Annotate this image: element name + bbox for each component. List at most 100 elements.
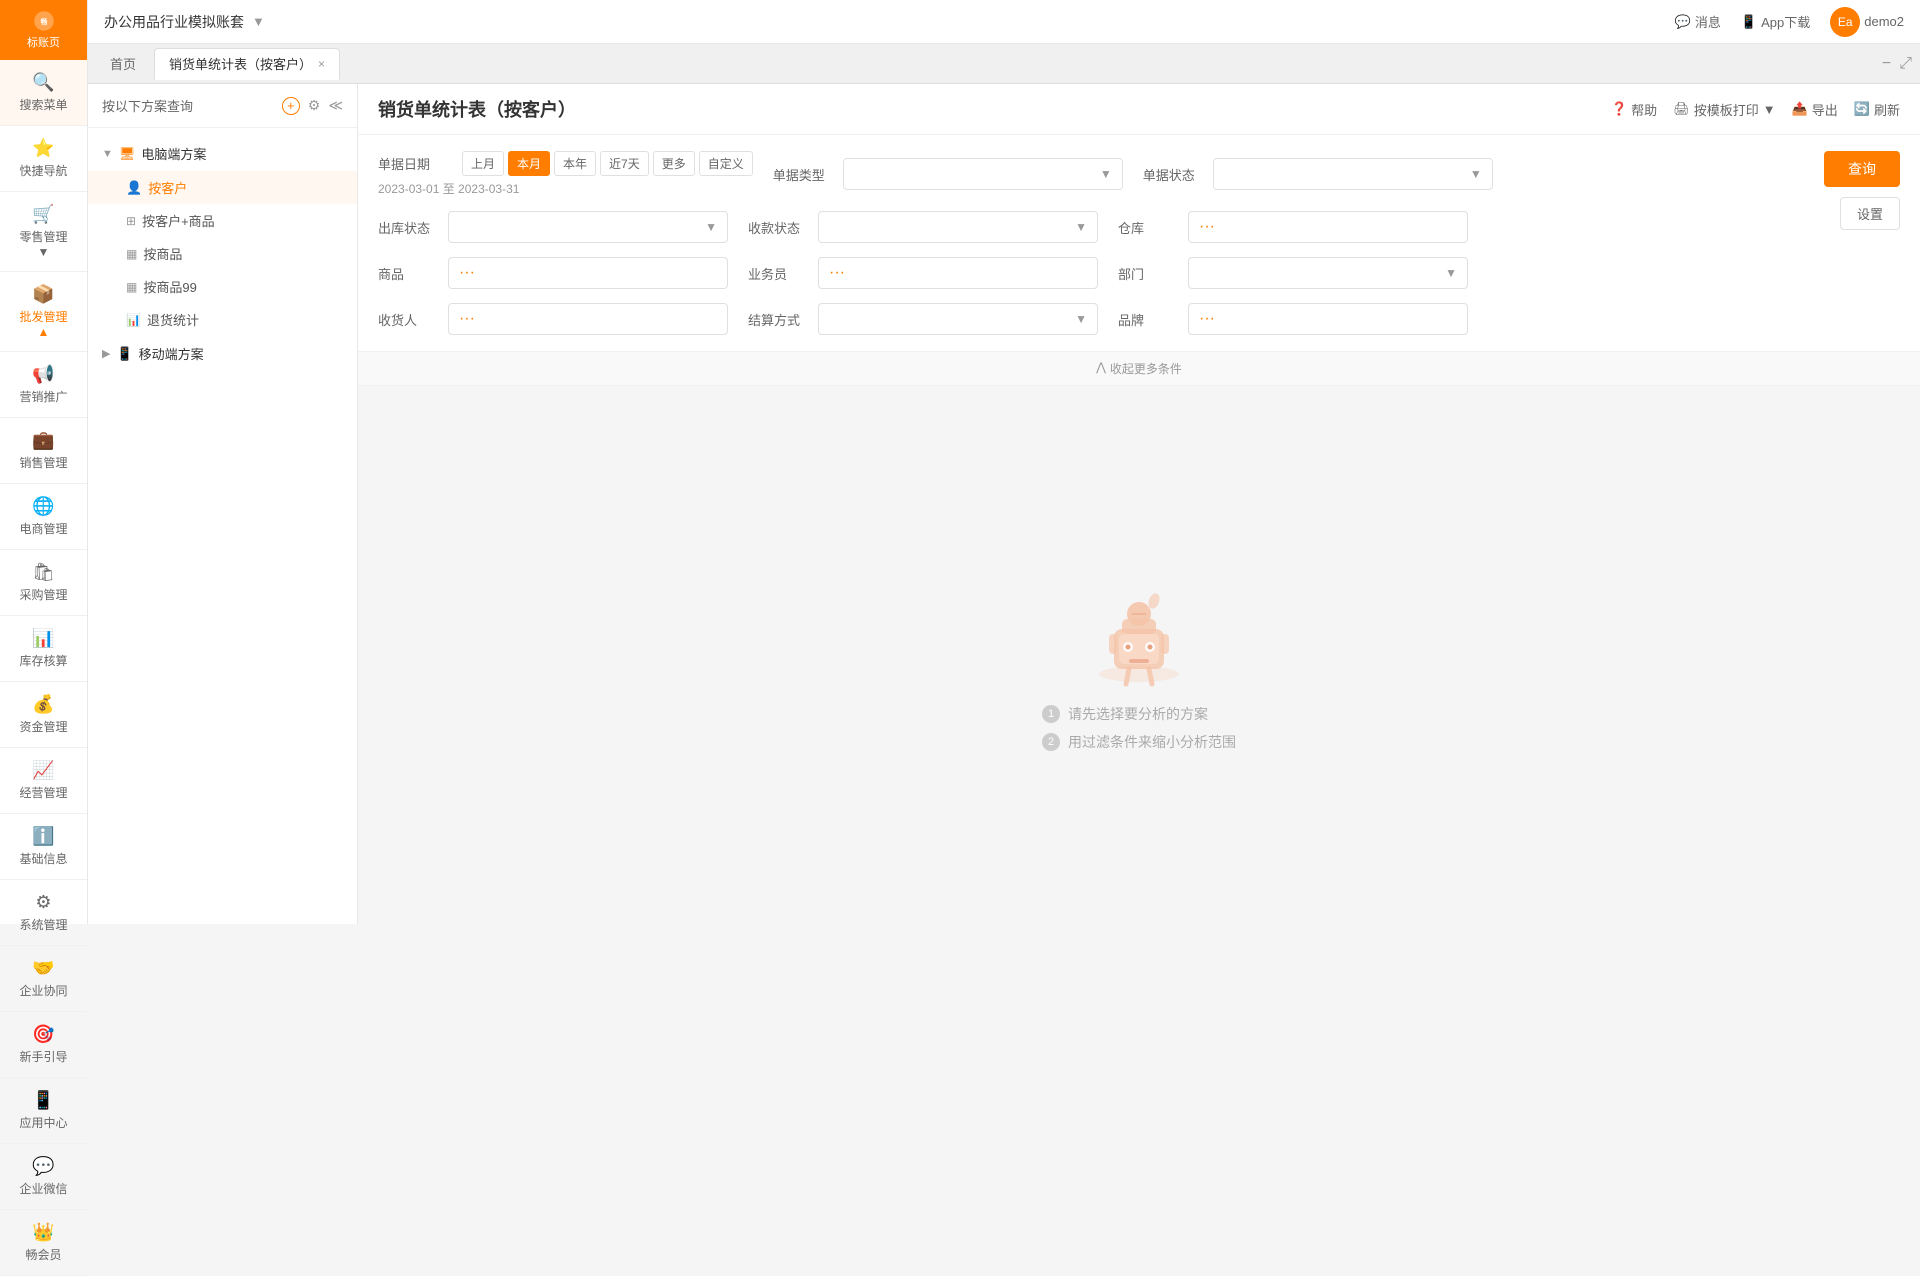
filter-item-label: 退货统计 [147, 310, 199, 329]
date-btn-custom[interactable]: 自定义 [699, 151, 753, 176]
filter-item-by-product[interactable]: ▦ 按商品 [88, 237, 357, 270]
product-icon: ▦ [126, 247, 137, 261]
date-btn-last-month[interactable]: 上月 [462, 151, 504, 176]
payment-control[interactable]: ▼ [818, 211, 1098, 243]
filter-group-mobile-header[interactable]: ▶ 📱 移动端方案 [88, 336, 357, 371]
date-btn-this-month[interactable]: 本月 [508, 151, 550, 176]
order-type-control[interactable]: ▼ [843, 158, 1123, 190]
sidebar-item-appcenter[interactable]: 📱 应用中心 [0, 1078, 87, 1144]
query-button[interactable]: 查询 [1824, 151, 1900, 187]
filter-item-by-customer[interactable]: 👤 按客户 [88, 171, 357, 204]
chevron-down-icon: ▼ [1075, 220, 1087, 234]
settlement-control[interactable]: ▼ [818, 303, 1098, 335]
logo-icon: 畅 [26, 10, 62, 32]
sidebar-item-system[interactable]: ⚙ 系统管理 [0, 880, 87, 946]
filter-order-status-field: 单据状态 ▼ [1143, 158, 1493, 190]
warehouse-control[interactable]: ··· [1188, 211, 1468, 243]
settings-scheme-button[interactable]: ⚙ [308, 97, 321, 115]
filter-settlement-field: 结算方式 ▼ [748, 303, 1098, 335]
date-btn-this-year[interactable]: 本年 [554, 151, 596, 176]
export-action[interactable]: 📤 导出 [1792, 100, 1838, 119]
purchase-icon: 🛍 [32, 562, 55, 583]
sidebar-item-marketing[interactable]: 📢 营销推广 [0, 352, 87, 418]
print-action[interactable]: 🖨 按模板打印 ▼ [1673, 100, 1775, 119]
dots-icon: ··· [1199, 218, 1215, 236]
sidebar-item-wholesale[interactable]: 📦 批发管理 ▲ [0, 272, 87, 352]
tab-close-button[interactable]: × [318, 57, 325, 71]
salesperson-control[interactable]: ··· [818, 257, 1098, 289]
tab-active[interactable]: 销货单统计表（按客户） × [154, 48, 340, 80]
newbie-icon: 🎯 [32, 1024, 54, 1045]
desktop-group-arrow: ▼ [102, 148, 113, 160]
filter-item-label: 按客户+商品 [142, 211, 215, 230]
suite-title: 办公用品行业模拟账套 [104, 12, 244, 32]
sidebar-item-purchase[interactable]: 🛍 采购管理 [0, 550, 87, 616]
filter-group-desktop-header[interactable]: ▼ 🖥 电脑端方案 [88, 136, 357, 171]
app-download-item[interactable]: 📱 App下载 [1741, 12, 1810, 31]
filter-sidebar: 按以下方案查询 + ⚙ ≪ ▼ 🖥 电脑端方案 👤 按客户 [88, 84, 358, 924]
sidebar-item-inventory[interactable]: 📊 库存核算 [0, 616, 87, 682]
order-status-label: 单据状态 [1143, 165, 1213, 184]
filter-brand-field: 品牌 ··· [1118, 303, 1468, 335]
filter-item-label: 按客户 [148, 178, 187, 197]
finance-icon: 💰 [32, 694, 54, 715]
sidebar-item-finance[interactable]: 💰 资金管理 [0, 682, 87, 748]
department-control[interactable]: ▼ [1188, 257, 1468, 289]
product-control[interactable]: ··· [448, 257, 728, 289]
sidebar-item-enterprise[interactable]: 🤝 企业协同 [0, 946, 87, 1012]
settings-button[interactable]: 设置 [1840, 197, 1900, 230]
sidebar-item-corpwechat[interactable]: 💬 企业微信 [0, 1144, 87, 1210]
sidebar-item-label: 快捷导航 [19, 162, 67, 179]
sidebar-item-sales[interactable]: 💼 销售管理 [0, 418, 87, 484]
sidebar-item-retail[interactable]: 🛒 零售管理 ▼ [0, 192, 87, 272]
filter-item-by-product-99[interactable]: ▦ 按商品99 [88, 270, 357, 303]
sidebar-item-label: 库存核算 [19, 652, 67, 669]
date-label: 单据日期 [378, 154, 448, 173]
page-title-bar: 销货单统计表（按客户） ❓ 帮助 🖨 按模板打印 ▼ 📤 导出 [358, 84, 1920, 135]
top-bar: 办公用品行业模拟账套 ▼ 💬 消息 📱 App下载 Ea demo2 [88, 0, 1920, 44]
date-btn-7days[interactable]: 近7天 [600, 151, 649, 176]
chevron-up-icon: ▲ [38, 325, 50, 339]
filter-date-field: 单据日期 上月 本月 本年 近7天 更多 自定义 [378, 151, 753, 197]
stock-out-control[interactable]: ▼ [448, 211, 728, 243]
member-icon: 👑 [32, 1222, 54, 1243]
filter-order-type-field: 单据类型 ▼ [773, 158, 1123, 190]
sidebar-item-label: 营销推广 [19, 388, 67, 405]
sidebar-item-ecommerce[interactable]: 🌐 电商管理 [0, 484, 87, 550]
warehouse-label: 仓库 [1118, 218, 1188, 237]
message-item[interactable]: 💬 消息 [1675, 12, 1721, 31]
page-wrapper: 按以下方案查询 + ⚙ ≪ ▼ 🖥 电脑端方案 👤 按客户 [88, 84, 1920, 924]
sidebar-item-member[interactable]: 👑 畅会员 [0, 1210, 87, 1276]
filter-item-by-customer-product[interactable]: ⊞ 按客户+商品 [88, 204, 357, 237]
brand-control[interactable]: ··· [1188, 303, 1468, 335]
page-actions: ❓ 帮助 🖨 按模板打印 ▼ 📤 导出 🔄 刷新 [1611, 100, 1900, 119]
sidebar-item-newbie[interactable]: 🎯 新手引导 [0, 1012, 87, 1078]
add-scheme-button[interactable]: + [282, 97, 300, 115]
date-btn-more[interactable]: 更多 [653, 151, 695, 176]
order-status-control[interactable]: ▼ [1213, 158, 1493, 190]
collapse-sidebar-button[interactable]: ≪ [328, 97, 343, 115]
quicknav-icon: ⭐ [32, 138, 54, 159]
filter-warehouse-field: 仓库 ··· [1118, 211, 1468, 243]
page-title: 销货单统计表（按客户） [378, 96, 576, 122]
suite-dropdown-icon[interactable]: ▼ [252, 14, 265, 29]
tab-minimize-button[interactable]: − [1882, 55, 1891, 73]
sidebar-item-basics[interactable]: ℹ️ 基础信息 [0, 814, 87, 880]
receiver-control[interactable]: ··· [448, 303, 728, 335]
filter-item-return-stats[interactable]: 📊 退货统计 [88, 303, 357, 336]
top-bar-left: 办公用品行业模拟账套 ▼ [104, 12, 265, 32]
user-item[interactable]: Ea demo2 [1830, 7, 1904, 37]
desktop-group-label: 电脑端方案 [141, 144, 206, 163]
tab-maximize-button[interactable]: ⤢ [1899, 55, 1912, 73]
empty-hints: 1 请先选择要分析的方案 2 用过滤条件来缩小分析范围 [1042, 704, 1236, 752]
sidebar-item-quicknav[interactable]: ⭐ 快捷导航 [0, 126, 87, 192]
sidebar-item-operations[interactable]: 📈 经营管理 [0, 748, 87, 814]
help-action[interactable]: ❓ 帮助 [1611, 100, 1657, 119]
sidebar-item-search[interactable]: 🔍 搜索菜单 [0, 60, 87, 126]
tab-home[interactable]: 首页 [96, 48, 150, 80]
collapse-bar[interactable]: ⋀ 收起更多条件 [358, 352, 1920, 386]
dots-icon: ··· [459, 264, 475, 282]
refresh-icon: 🔄 [1854, 101, 1870, 117]
refresh-action[interactable]: 🔄 刷新 [1854, 100, 1900, 119]
print-icon: 🖨 [1673, 101, 1690, 117]
